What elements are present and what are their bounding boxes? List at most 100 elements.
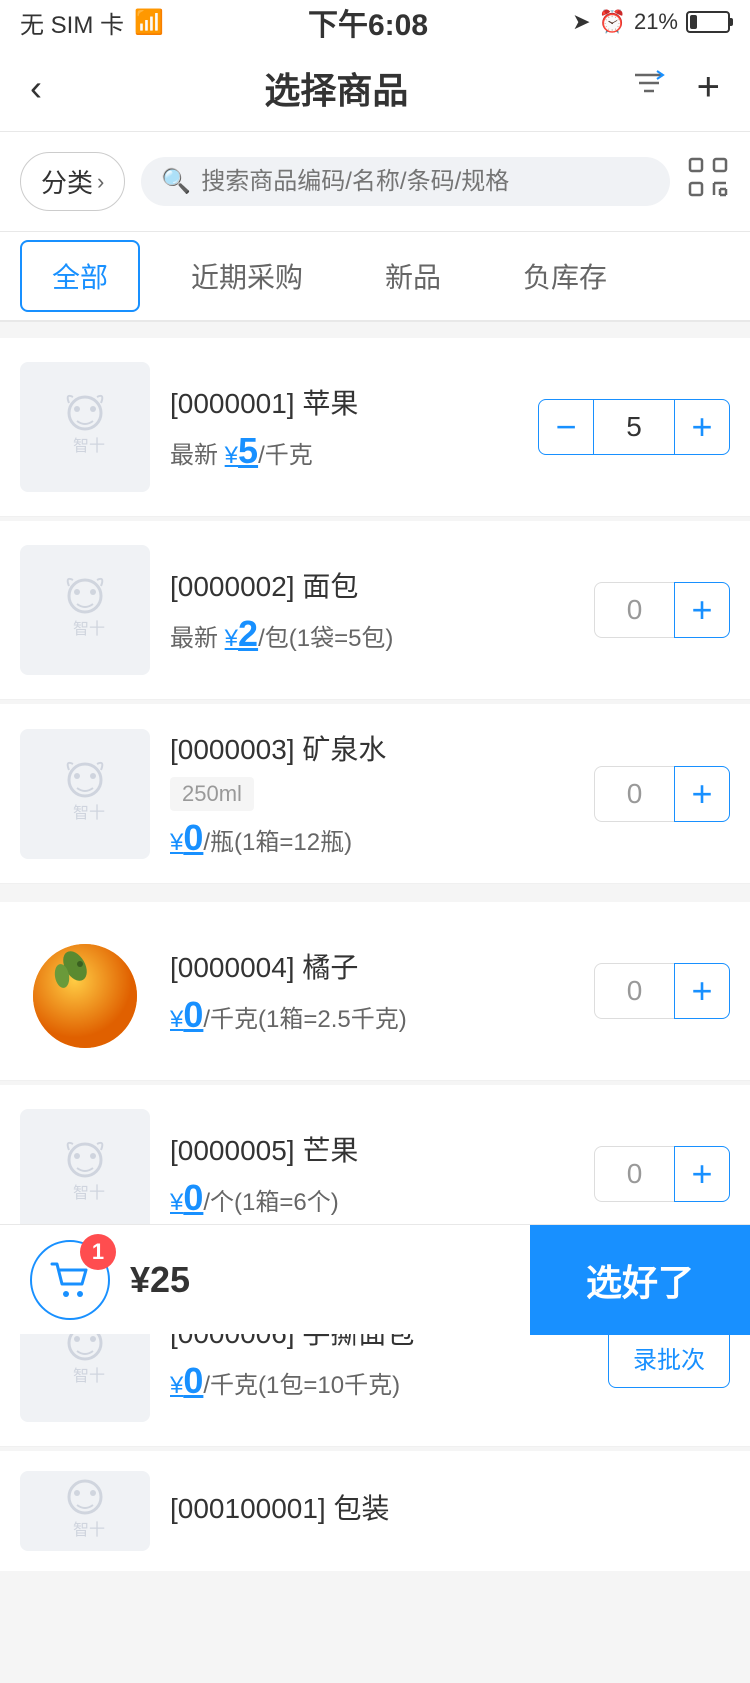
product-price: ¥0/千克(1箱=2.5千克) <box>170 994 574 1036</box>
quantity-input[interactable] <box>594 766 674 822</box>
product-name: [0000003] 矿泉水 <box>170 728 574 768</box>
price-value: 0 <box>183 817 203 858</box>
price-symbol: ¥ <box>170 829 183 856</box>
quantity-increase-button[interactable]: + <box>674 766 730 822</box>
price-value: 0 <box>183 1177 203 1218</box>
quantity-increase-button[interactable]: + <box>674 582 730 638</box>
carrier-label: 无 SIM 卡 <box>20 5 124 40</box>
product-info: [0000001] 苹果 最新 ¥5/千克 <box>150 382 538 472</box>
quantity-input[interactable] <box>594 582 674 638</box>
product-thumbnail: 智十 <box>20 729 150 859</box>
svg-text:智十: 智十 <box>73 1184 105 1202</box>
filter-bar: 分类 › 🔍 <box>0 132 750 232</box>
chevron-right-icon: › <box>97 169 104 195</box>
battery-icon <box>686 11 730 33</box>
status-bar: 无 SIM 卡 📶 下午6:08 ➤ ⏰ 21% <box>0 0 750 44</box>
price-unit: /千克 <box>258 442 313 469</box>
product-name: [0000004] 橘子 <box>170 946 574 986</box>
price-symbol: ¥ <box>225 625 238 652</box>
bottom-bar: 1 ¥25 选好了 <box>0 1224 750 1334</box>
price-symbol: ¥ <box>225 442 238 469</box>
product-price: 最新 ¥2/包(1袋=5包) <box>170 613 574 655</box>
cart-svg <box>50 1262 90 1298</box>
product-list: 智十 [0000001] 苹果 最新 ¥5/千克 − + <box>0 338 750 1571</box>
status-time: 下午6:08 <box>308 0 428 44</box>
battery-percent: 21% <box>634 9 678 35</box>
status-right: ➤ ⏰ 21% <box>572 9 730 35</box>
price-unit: /包(1袋=5包) <box>258 625 393 652</box>
category-button[interactable]: 分类 › <box>20 152 125 211</box>
svg-text:智十: 智十 <box>73 620 105 638</box>
quantity-input[interactable] <box>594 963 674 1019</box>
product-thumbnail: 智十 <box>20 1109 150 1239</box>
price-label: 最新 <box>170 625 218 652</box>
list-item: 智十 [0000001] 苹果 最新 ¥5/千克 − + <box>0 338 750 517</box>
list-item: [0000004] 橘子 ¥0/千克(1箱=2.5千克) + <box>0 902 750 1081</box>
product-price: ¥0/个(1箱=6个) <box>170 1177 574 1219</box>
svg-text:智十: 智十 <box>73 437 105 455</box>
product-name: [000100001] 包装 <box>170 1487 710 1527</box>
product-info: [000100001] 包装 <box>150 1487 730 1535</box>
price-value: 5 <box>238 430 258 471</box>
quantity-increase-button[interactable]: + <box>674 399 730 455</box>
tab-negative[interactable]: 负库存 <box>492 241 638 311</box>
quantity-input[interactable] <box>594 1146 674 1202</box>
product-info: [0000004] 橘子 ¥0/千克(1箱=2.5千克) <box>150 946 594 1036</box>
nav-bar: ‹ 选择商品 + <box>0 44 750 132</box>
placeholder-image: 智十 <box>45 1471 125 1551</box>
price-symbol: ¥ <box>170 1372 183 1399</box>
product-info: [0000005] 芒果 ¥0/个(1箱=6个) <box>150 1129 594 1219</box>
quantity-decrease-button[interactable]: − <box>538 399 594 455</box>
cart-icon[interactable]: 1 <box>30 1240 110 1320</box>
quantity-input[interactable] <box>594 399 674 455</box>
product-thumbnail <box>20 926 150 1056</box>
product-info: [0000003] 矿泉水 250ml ¥0/瓶(1箱=12瓶) <box>150 728 594 859</box>
placeholder-image: 智十 <box>45 383 125 471</box>
price-label: 最新 <box>170 442 218 469</box>
list-item: 智十 [000100001] 包装 <box>0 1451 750 1571</box>
tab-recent[interactable]: 近期采购 <box>160 241 334 311</box>
confirm-button[interactable]: 选好了 <box>530 1225 750 1335</box>
product-name: [0000002] 面包 <box>170 565 574 605</box>
price-value: 0 <box>183 1360 203 1401</box>
nav-right: + <box>631 65 720 110</box>
cart-section: 1 ¥25 <box>0 1240 530 1320</box>
cart-badge: 1 <box>80 1234 116 1270</box>
product-spec: 250ml <box>170 777 254 811</box>
orange-image <box>20 926 150 1056</box>
search-input[interactable] <box>201 168 650 196</box>
placeholder-image: 智十 <box>45 566 125 654</box>
tab-all[interactable]: 全部 <box>20 240 140 312</box>
list-item: 智十 [0000003] 矿泉水 250ml ¥0/瓶(1箱=12瓶) + <box>0 704 750 884</box>
price-value: 0 <box>183 994 203 1035</box>
back-button[interactable]: ‹ <box>30 67 42 109</box>
placeholder-image: 智十 <box>45 750 125 838</box>
product-price: ¥0/瓶(1箱=12瓶) <box>170 817 574 859</box>
quantity-increase-button[interactable]: + <box>674 963 730 1019</box>
scan-icon[interactable] <box>686 155 730 208</box>
tab-new[interactable]: 新品 <box>354 241 472 311</box>
alarm-icon: ⏰ <box>599 9 626 35</box>
product-name: [0000001] 苹果 <box>170 382 518 422</box>
product-price: 最新 ¥5/千克 <box>170 430 518 472</box>
price-symbol: ¥ <box>170 1189 183 1216</box>
quantity-control: − + <box>538 399 730 455</box>
batch-button[interactable]: 录批次 <box>608 1327 730 1388</box>
list-item: 智十 [0000002] 面包 最新 ¥2/包(1袋=5包) + <box>0 521 750 700</box>
tab-bar: 全部 近期采购 新品 负库存 <box>0 232 750 322</box>
svg-text:智十: 智十 <box>73 1521 105 1539</box>
quantity-increase-button[interactable]: + <box>674 1146 730 1202</box>
product-info: [0000002] 面包 最新 ¥2/包(1袋=5包) <box>150 565 594 655</box>
cart-price: ¥25 <box>130 1259 190 1301</box>
filter-icon[interactable] <box>631 65 667 110</box>
svg-text:智十: 智十 <box>73 804 105 822</box>
price-unit: /个(1箱=6个) <box>203 1189 338 1216</box>
price-value: 2 <box>238 613 258 654</box>
quantity-control: + <box>594 766 730 822</box>
product-price: ¥0/千克(1包=10千克) <box>170 1360 588 1402</box>
price-unit: /千克(1包=10千克) <box>203 1372 400 1399</box>
price-unit: /瓶(1箱=12瓶) <box>203 829 352 856</box>
placeholder-image: 智十 <box>45 1130 125 1218</box>
add-button[interactable]: + <box>697 65 720 110</box>
quantity-control: + <box>594 963 730 1019</box>
